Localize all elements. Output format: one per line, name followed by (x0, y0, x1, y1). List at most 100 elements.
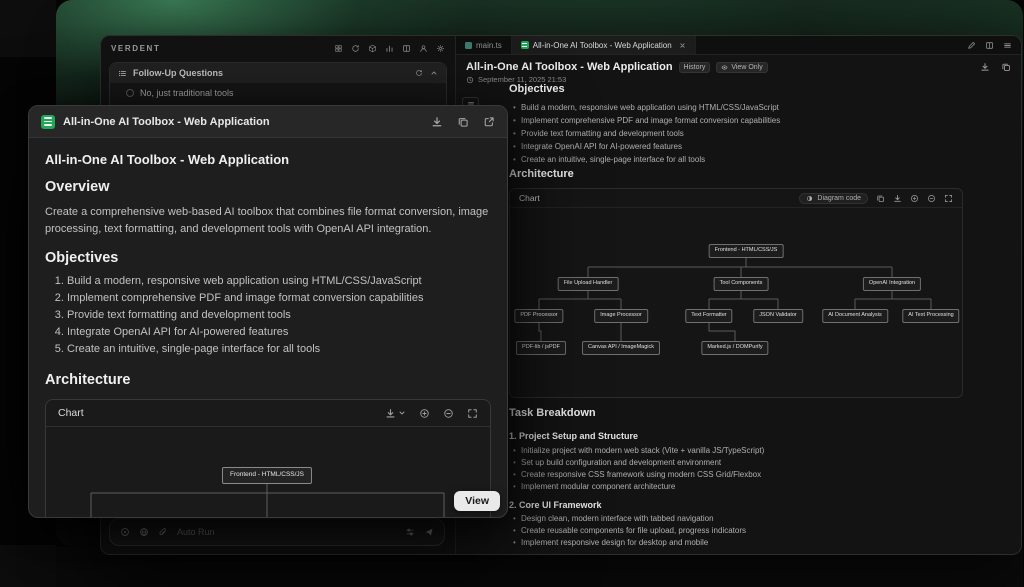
ts-file-icon (465, 41, 472, 49)
flow-node-json-validator: JSON Validator (753, 309, 803, 323)
doc-title-heading: All-in-One AI Toolbox - Web Application (45, 152, 290, 167)
history-badge[interactable]: History (678, 61, 711, 73)
download-icon[interactable] (980, 62, 990, 72)
send-icon[interactable] (424, 527, 434, 537)
chart-panel-header: Chart Diagram code (510, 189, 962, 208)
flowchart-canvas[interactable]: Frontend - HTML/CSS/JS (46, 427, 490, 517)
architecture-heading: Architecture (45, 372, 131, 388)
refresh-icon[interactable] (351, 44, 360, 53)
composer-right-controls (405, 527, 434, 537)
list-item: Create responsive CSS framework using mo… (513, 469, 963, 481)
zoom-out-icon[interactable] (443, 408, 454, 419)
zoom-in-icon[interactable] (419, 408, 430, 419)
flow-node-pdf-lib: PDF-lib / jsPDF (516, 341, 566, 355)
chart-controls: Diagram code (799, 192, 953, 204)
message-composer[interactable]: Auto Run (109, 518, 445, 546)
split-columns-icon[interactable] (402, 44, 411, 53)
tab-main-ts[interactable]: main.ts (456, 36, 512, 54)
architecture-chart-panel: Chart Diagram code Frontend - HTML/CSS/J… (509, 188, 963, 398)
list-item: Set up build configuration and developme… (513, 457, 963, 469)
close-icon[interactable] (679, 42, 686, 49)
tab-ai-toolbox-doc[interactable]: All-in-One AI Toolbox - Web Application (511, 36, 696, 54)
zoom-out-icon[interactable] (927, 194, 936, 203)
editor-tab-bar: main.ts All-in-One AI Toolbox - Web Appl… (456, 36, 1021, 55)
attachment-icon[interactable] (158, 527, 168, 537)
expand-icon[interactable] (467, 408, 478, 419)
dialog-content: All-in-One AI Toolbox - Web Application … (29, 152, 507, 517)
radio-icon (126, 89, 134, 97)
chart-controls (385, 408, 478, 419)
edit-icon[interactable] (967, 41, 976, 50)
bar-chart-icon[interactable] (385, 44, 394, 53)
flow-node-marked-js: Marked.js / DOMPurify (701, 341, 769, 355)
download-icon[interactable] (431, 116, 443, 128)
auto-run-toggle[interactable]: Auto Run (177, 527, 215, 537)
overview-paragraph: Create a comprehensive web-based AI tool… (45, 206, 489, 235)
tune-icon[interactable] (405, 527, 415, 537)
list-item: Integrate OpenAI API for AI-powered feat… (513, 140, 963, 153)
screen: VERDENT Follow-Up Questions No, just tra… (0, 0, 1024, 587)
download-icon[interactable] (893, 194, 902, 203)
follow-up-questions-header[interactable]: Follow-Up Questions (110, 63, 446, 83)
eye-icon (721, 64, 728, 71)
flow-node-text-formatter: Text Formatter (685, 309, 733, 323)
flow-node-frontend: Frontend - HTML/CSS/JS (708, 244, 784, 258)
split-columns-icon[interactable] (985, 41, 994, 50)
tab-label: All-in-One AI Toolbox - Web Application (532, 40, 672, 50)
objectives-ordered-list: Build a modern, responsive web applicati… (45, 273, 491, 358)
globe-icon[interactable] (139, 527, 149, 537)
collapse-chevron-icon[interactable] (430, 69, 438, 77)
list-item: Initialize project with modern web stack… (513, 445, 963, 457)
list-item: Design clean, modern interface with tabb… (513, 513, 963, 525)
flowchart-canvas[interactable]: Frontend - HTML/CSS/JS File Upload Handl… (510, 208, 962, 397)
background-window-corner (0, 545, 56, 587)
gear-icon[interactable] (436, 44, 445, 53)
list-item: Implement comprehensive PDF and image fo… (67, 290, 491, 307)
follow-up-questions-title: Follow-Up Questions (133, 68, 223, 78)
dialog-titlebar-actions (431, 116, 495, 128)
copy-icon[interactable] (1001, 62, 1011, 72)
document-title: All-in-One AI Toolbox - Web Application (466, 61, 673, 73)
menu-icon[interactable] (1003, 41, 1012, 50)
task-breakdown-heading: Task Breakdown (509, 407, 596, 419)
open-external-icon[interactable] (483, 116, 495, 128)
editor-panel: main.ts All-in-One AI Toolbox - Web Appl… (456, 36, 1021, 554)
half-circle-icon (806, 195, 813, 202)
target-icon[interactable] (120, 527, 130, 537)
document-header: All-in-One AI Toolbox - Web Application … (456, 55, 1021, 73)
document-actions (980, 62, 1011, 72)
checklist-icon (118, 69, 127, 78)
dialog-titlebar[interactable]: All-in-One AI Toolbox - Web Application (29, 106, 507, 138)
flowchart-edges (538, 257, 932, 341)
download-icon (385, 408, 396, 419)
follow-up-option-label: No, just traditional tools (140, 88, 234, 98)
sidebar-header: VERDENT (101, 36, 455, 56)
user-icon[interactable] (419, 44, 428, 53)
diagram-code-toggle[interactable]: Diagram code (799, 192, 868, 204)
flow-node-file-upload-handler: File Upload Handler (557, 277, 619, 291)
flow-node-tool-components: Tool Components (713, 277, 769, 291)
grid-icon[interactable] (334, 44, 343, 53)
view-only-label: View Only (731, 63, 763, 71)
follow-up-option[interactable]: No, just traditional tools (110, 83, 446, 103)
clock-icon (466, 76, 474, 84)
objectives-heading: Objectives (45, 250, 119, 266)
chart-label: Chart (58, 407, 84, 419)
copy-icon[interactable] (457, 116, 469, 128)
download-dropdown[interactable] (385, 408, 406, 419)
list-item: Create reusable components for file uplo… (513, 525, 963, 537)
chart-label: Chart (519, 193, 540, 203)
list-item: Implement comprehensive PDF and image fo… (513, 114, 963, 127)
document-body: Objectives Build a modern, responsive we… (509, 83, 963, 549)
copy-icon[interactable] (876, 194, 885, 203)
tab-label: main.ts (476, 40, 502, 50)
package-icon[interactable] (368, 44, 377, 53)
zoom-in-icon[interactable] (910, 194, 919, 203)
diagram-code-label: Diagram code (817, 194, 861, 202)
flow-node-canvas-api: Canvas API / ImageMagick (581, 341, 661, 355)
dialog-title: All-in-One AI Toolbox - Web Application (63, 115, 270, 128)
expand-icon[interactable] (944, 194, 953, 203)
refresh-icon[interactable] (415, 69, 423, 77)
chevron-down-icon (398, 409, 406, 417)
view-button[interactable]: View (454, 491, 500, 511)
